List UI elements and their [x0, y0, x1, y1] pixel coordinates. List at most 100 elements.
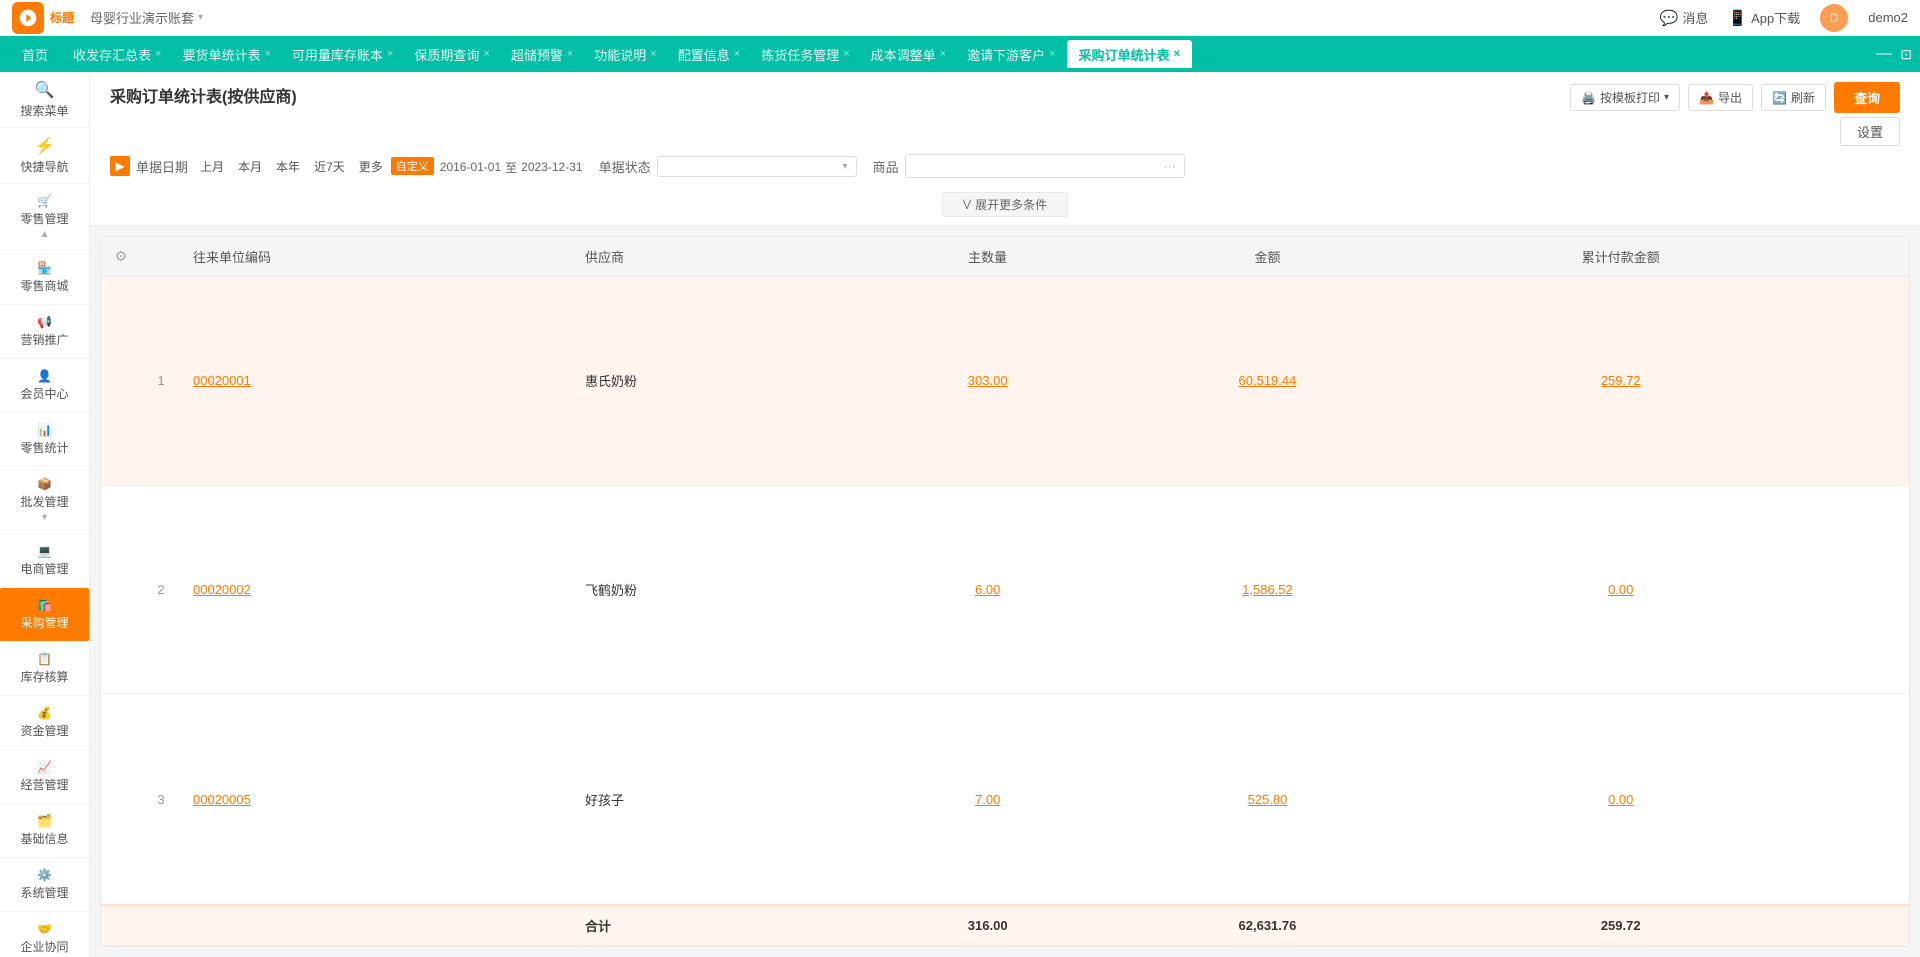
sidebar-item-basic-info[interactable]: 🗂️ 基础信息 — [0, 804, 89, 858]
tab-purchase-order-stats[interactable]: 采购订单统计表 × — [1067, 40, 1192, 68]
col-amount[interactable]: 金额 — [1110, 237, 1425, 277]
row-supplier-code-3[interactable]: 00020005 — [181, 694, 573, 905]
tab-overstock-warning[interactable]: 超储预警 × — [501, 40, 583, 68]
retail-mgmt-icon: 🛒 — [37, 194, 52, 208]
tab-config-info-label: 配置信息 — [678, 45, 730, 64]
tab-invite-downstream-close[interactable]: × — [1049, 48, 1055, 60]
wholesale-mgmt-label: 批发管理 — [20, 493, 68, 510]
export-btn[interactable]: 📤 导出 — [1688, 84, 1753, 111]
print-chevron: ▾ — [1664, 92, 1669, 103]
tab-config-info[interactable]: 配置信息 × — [668, 40, 750, 68]
col-main-qty[interactable]: 主数量 — [865, 237, 1110, 277]
sidebar-item-inventory-check[interactable]: 📋 库存核算 — [0, 642, 89, 696]
date-more-btn[interactable]: 更多 — [353, 156, 389, 177]
tab-expiry-query[interactable]: 保质期查询 × — [404, 40, 499, 68]
row-accumulated-payment-3[interactable]: 0.00 — [1425, 694, 1817, 905]
print-icon: 🖨️ — [1581, 91, 1596, 105]
sidebar-item-ecommerce-mgmt[interactable]: 💻 电商管理 — [0, 534, 89, 588]
workspace-selector[interactable]: 母婴行业演示账套 ▾ — [90, 8, 203, 27]
tab-function-desc-close[interactable]: × — [650, 48, 656, 60]
row-accumulated-payment-1[interactable]: 259.72 — [1425, 277, 1817, 486]
col-supplier-code[interactable]: 往来单位编码 — [181, 237, 573, 277]
quick-nav-btn[interactable]: ⚡ 快捷导航 — [0, 128, 89, 184]
app-download-btn[interactable]: 📱 App下载 — [1728, 8, 1800, 27]
system-mgmt-icon: ⚙️ — [37, 868, 52, 882]
row-amount-3[interactable]: 525.80 — [1110, 694, 1425, 905]
status-select[interactable]: ▾ — [657, 156, 857, 177]
date-7days-btn[interactable]: 近7天 — [308, 156, 351, 177]
sidebar-item-retail-mgmt[interactable]: 🛒 零售管理 ▲ — [0, 184, 89, 251]
tab-requisition-stats-close[interactable]: × — [264, 48, 270, 60]
retail-stats-icon: 📊 — [37, 423, 52, 437]
sidebar-item-retail-stats[interactable]: 📊 零售统计 — [0, 413, 89, 467]
tab-available-inventory-close[interactable]: × — [387, 48, 393, 60]
workspace-name: 母婴行业演示账套 — [90, 8, 194, 27]
date-to: 2023-12-31 — [521, 160, 582, 174]
tab-invite-downstream-label: 邀请下游客户 — [967, 45, 1045, 64]
row-main-qty-1[interactable]: 303.00 — [865, 277, 1110, 486]
tab-receive-send-close[interactable]: × — [155, 48, 161, 60]
sidebar-item-system-mgmt[interactable]: ⚙️ 系统管理 — [0, 858, 89, 912]
tab-overstock-warning-close[interactable]: × — [567, 48, 573, 60]
tab-available-inventory[interactable]: 可用量库存账本 × — [282, 40, 403, 68]
tab-function-desc[interactable]: 功能说明 × — [584, 40, 666, 68]
window-maximize-btn[interactable]: ⊡ — [1900, 46, 1912, 63]
tab-cost-adjust-label: 成本调整单 — [871, 45, 936, 64]
goods-input[interactable]: ··· — [905, 154, 1185, 178]
tab-cost-adjust[interactable]: 成本调整单 × — [861, 40, 956, 68]
window-minimize-btn[interactable]: — — [1876, 45, 1892, 63]
tab-purchase-order-stats-close[interactable]: × — [1174, 48, 1180, 60]
tab-picking-task[interactable]: 拣货任务管理 × — [751, 40, 859, 68]
sidebar-item-member-center[interactable]: 👤 会员中心 — [0, 359, 89, 413]
search-menu-btn[interactable]: 🔍 搜索菜单 — [0, 72, 89, 128]
finance-mgmt-label: 资金管理 — [20, 722, 68, 739]
tab-receive-send-label: 收发存汇总表 — [73, 45, 151, 64]
user-avatar[interactable]: D — [1820, 4, 1848, 32]
row-supplier-name-1: 惠氏奶粉 — [573, 277, 865, 486]
row-amount-1[interactable]: 60,519.44 — [1110, 277, 1425, 486]
tab-requisition-stats[interactable]: 要货单统计表 × — [172, 40, 280, 68]
date-this-year-btn[interactable]: 本年 — [270, 156, 306, 177]
date-last-month-btn[interactable]: 上月 — [194, 156, 230, 177]
col-supplier-name-label: 供应商 — [585, 250, 624, 265]
row-amount-2[interactable]: 1,586.52 — [1110, 485, 1425, 694]
sidebar-item-purchase-mgmt[interactable]: 🛍️ 采购管理 — [0, 588, 89, 642]
tab-home[interactable]: 首页 — [8, 40, 62, 68]
row-supplier-name-2: 飞鹤奶粉 — [573, 485, 865, 694]
sidebar-item-marketing[interactable]: 📢 营销推广 — [0, 305, 89, 359]
row-supplier-code-2[interactable]: 00020002 — [181, 485, 573, 694]
refresh-label: 刷新 — [1791, 89, 1815, 106]
refresh-btn[interactable]: 🔄 刷新 — [1761, 84, 1826, 111]
sidebar-item-ops-mgmt[interactable]: 📈 经营管理 — [0, 750, 89, 804]
message-label: 消息 — [1682, 8, 1708, 27]
tab-invite-downstream[interactable]: 邀请下游客户 × — [957, 40, 1065, 68]
settings-btn[interactable]: 设置 — [1840, 117, 1900, 146]
tab-cost-adjust-close[interactable]: × — [940, 48, 946, 60]
purchase-mgmt-label: 采购管理 — [20, 614, 68, 631]
message-btn[interactable]: 💬 消息 — [1660, 8, 1709, 27]
sidebar-item-finance-mgmt[interactable]: 💰 资金管理 — [0, 696, 89, 750]
tab-picking-task-close[interactable]: × — [843, 48, 849, 60]
export-label: 导出 — [1718, 89, 1742, 106]
expand-more-btn[interactable]: ⋁ 展开更多条件 — [942, 192, 1068, 217]
col-supplier-name[interactable]: 供应商 — [573, 237, 865, 277]
query-btn[interactable]: 查询 — [1834, 82, 1900, 113]
row-main-qty-2[interactable]: 6.00 — [865, 485, 1110, 694]
col-accumulated-payment[interactable]: 累计付款金额 — [1425, 237, 1817, 277]
logo-area: 标题 — [12, 2, 74, 34]
sidebar-item-wholesale-mgmt[interactable]: 📦 批发管理 ▾ — [0, 467, 89, 534]
row-accumulated-payment-2[interactable]: 0.00 — [1425, 485, 1817, 694]
sidebar-item-retail-mall[interactable]: 🏪 零售商城 — [0, 251, 89, 305]
template-print-btn[interactable]: 🖨️ 按模板打印 ▾ — [1570, 84, 1680, 111]
sidebar-item-enterprise-collab[interactable]: 🤝 企业协同 — [0, 912, 89, 957]
filter-toggle-btn[interactable]: ▶ — [110, 156, 130, 176]
col-spacer — [1817, 237, 1909, 277]
tab-config-info-close[interactable]: × — [734, 48, 740, 60]
row-main-qty-3[interactable]: 7.00 — [865, 694, 1110, 905]
col-settings[interactable]: ⚙ — [101, 237, 141, 277]
date-this-month-btn[interactable]: 本月 — [232, 156, 268, 177]
tab-expiry-query-close[interactable]: × — [483, 48, 489, 60]
tab-receive-send[interactable]: 收发存汇总表 × — [63, 40, 171, 68]
user-initial: D — [1830, 11, 1839, 25]
row-supplier-code-1[interactable]: 00020001 — [181, 277, 573, 486]
